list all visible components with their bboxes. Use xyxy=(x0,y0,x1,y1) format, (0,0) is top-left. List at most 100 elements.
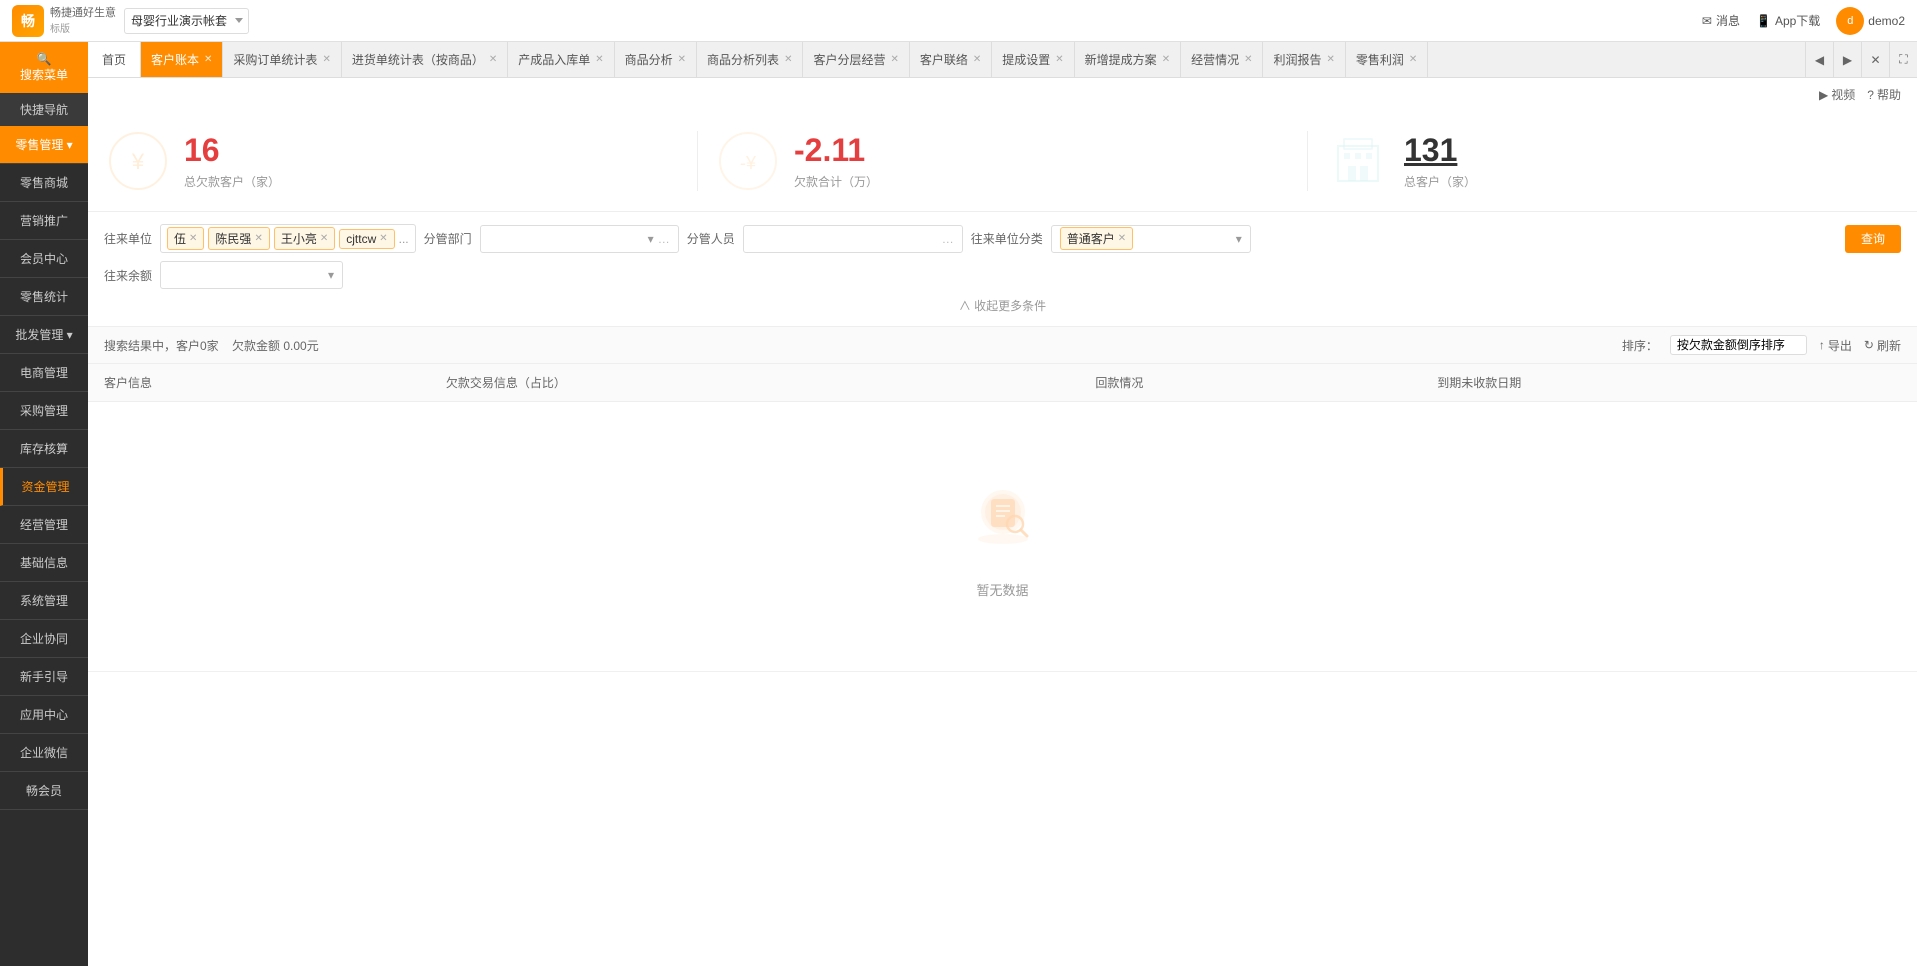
sidebar-quick-nav[interactable]: 快捷导航 xyxy=(0,93,88,126)
tab-close-11[interactable]: ✕ xyxy=(1327,54,1335,65)
sidebar-item-enterprise-collab[interactable]: 企业协同 xyxy=(0,620,88,658)
content-area: ▶ 视频 ? 帮助 ¥ xyxy=(88,78,1917,966)
table-header-row: 客户信息 欠款交易信息（占比） 回款情况 到期未收款日期 xyxy=(88,364,1917,402)
tab-commission-settings[interactable]: 提成设置 ✕ xyxy=(992,42,1074,78)
unit-filter-input[interactable]: 伍 ✕ 陈民强 ✕ 王小亮 ✕ cjttcw ✕ xyxy=(160,224,416,253)
classify-tag-0[interactable]: 普通客户 ✕ xyxy=(1060,227,1133,250)
unit-tag-3[interactable]: cjttcw ✕ xyxy=(339,229,394,249)
stat-block-amount: -¥ -2.11 欠款合计（万） xyxy=(698,131,1308,191)
sort-select[interactable]: 按欠款金额倒序排序 xyxy=(1670,335,1807,355)
unit-tag-close-0[interactable]: ✕ xyxy=(189,233,197,244)
sidebar-item-purchase[interactable]: 采购管理 xyxy=(0,392,88,430)
tab-close-0[interactable]: ✕ xyxy=(204,54,212,65)
classify-dropdown-icon: ▾ xyxy=(1236,232,1242,246)
user-menu[interactable]: d demo2 xyxy=(1836,7,1905,35)
unit-tag-close-1[interactable]: ✕ xyxy=(254,233,262,244)
sidebar-search[interactable]: 🔍 搜索菜单 xyxy=(0,42,88,93)
tab-close-7[interactable]: ✕ xyxy=(973,54,981,65)
video-link[interactable]: ▶ 视频 xyxy=(1819,86,1855,103)
manager-input[interactable] xyxy=(752,232,938,246)
tab-product-analysis[interactable]: 商品分析 ✕ xyxy=(615,42,697,78)
sidebar-item-app-center[interactable]: 应用中心 xyxy=(0,696,88,734)
sidebar-item-newbie-guide[interactable]: 新手引导 xyxy=(0,658,88,696)
tab-production-inbound[interactable]: 产成品入库单 ✕ xyxy=(508,42,614,78)
empty-state-row: 暂无数据 xyxy=(88,402,1917,672)
tab-product-analysis-list[interactable]: 商品分析列表 ✕ xyxy=(697,42,803,78)
help-icon: ? xyxy=(1867,88,1874,102)
sidebar-item-enterprise-wechat[interactable]: 企业微信 xyxy=(0,734,88,772)
sidebar-item-retail-mall[interactable]: 零售商城 xyxy=(0,164,88,202)
tab-operations[interactable]: 经营情况 ✕ xyxy=(1181,42,1263,78)
stat-content-total-customers: 131 总客户（家） xyxy=(1404,132,1476,190)
demo-account-select[interactable]: 母婴行业演示帐套 xyxy=(124,8,249,34)
dept-more-icon[interactable]: … xyxy=(658,232,670,246)
sidebar-item-retail-management[interactable]: 零售管理 ▾ xyxy=(0,126,88,164)
tab-profit-report[interactable]: 利润报告 ✕ xyxy=(1263,42,1345,78)
tab-customer-contact[interactable]: 客户联络 ✕ xyxy=(910,42,992,78)
empty-state-cell: 暂无数据 xyxy=(88,402,1917,672)
sidebar-item-wholesale[interactable]: 批发管理 ▾ xyxy=(0,316,88,354)
tab-fullscreen-btn[interactable]: ⛶ xyxy=(1889,42,1917,78)
tab-customer-ledger[interactable]: 客户账本 ✕ xyxy=(141,42,223,78)
stat-number-customers: 16 xyxy=(184,132,280,169)
sidebar: 🔍 搜索菜单 快捷导航 零售管理 ▾ 零售商城 营销推广 会员中心 零售统计 批… xyxy=(0,42,88,966)
collapse-row: ∧ 收起更多条件 xyxy=(104,297,1901,314)
tab-retail-profit[interactable]: 零售利润 ✕ xyxy=(1346,42,1428,78)
help-link[interactable]: ? 帮助 xyxy=(1867,86,1901,103)
unit-tag-more[interactable]: ... xyxy=(399,232,409,246)
unit-tag-1[interactable]: 陈民强 ✕ xyxy=(208,227,269,250)
tab-close-5[interactable]: ✕ xyxy=(784,54,792,65)
sidebar-item-capital[interactable]: 资金管理 xyxy=(0,468,88,506)
query-button[interactable]: 查询 xyxy=(1845,225,1901,253)
tab-close-all-btn[interactable]: ✕ xyxy=(1861,42,1889,78)
export-button[interactable]: ↑ 导出 xyxy=(1819,337,1852,354)
tab-customer-tier[interactable]: 客户分层经营 ✕ xyxy=(803,42,909,78)
unit-tag-2[interactable]: 王小亮 ✕ xyxy=(274,227,335,250)
tab-close-1[interactable]: ✕ xyxy=(322,54,330,65)
manager-select[interactable]: … xyxy=(743,225,963,253)
tab-purchase-stats-by-product[interactable]: 进货单统计表（按商品） ✕ xyxy=(342,42,508,78)
messages-link[interactable]: ✉ 消息 xyxy=(1702,12,1740,29)
refresh-button[interactable]: ↻ 刷新 xyxy=(1864,337,1901,354)
sidebar-item-system[interactable]: 系统管理 xyxy=(0,582,88,620)
classify-select[interactable]: 普通客户 ✕ ▾ xyxy=(1051,225,1251,253)
sidebar-item-operations[interactable]: 经营管理 xyxy=(0,506,88,544)
tab-purchase-order-stats[interactable]: 采购订单统计表 ✕ xyxy=(223,42,341,78)
tab-close-2[interactable]: ✕ xyxy=(489,54,497,65)
unit-tag-close-2[interactable]: ✕ xyxy=(320,233,328,244)
remainder-input[interactable] xyxy=(169,268,324,282)
unit-tag-0[interactable]: 伍 ✕ xyxy=(167,227,204,250)
remainder-select[interactable]: ▾ xyxy=(160,261,343,289)
sidebar-item-chang-member[interactable]: 畅会员 xyxy=(0,772,88,810)
tab-close-10[interactable]: ✕ xyxy=(1244,54,1252,65)
filter-row-1: 往来单位 伍 ✕ 陈民强 ✕ 王小亮 ✕ xyxy=(104,224,1901,253)
svg-text:¥: ¥ xyxy=(131,149,145,174)
col-repayment: 回款情况 xyxy=(1079,364,1421,402)
tab-close-3[interactable]: ✕ xyxy=(595,54,603,65)
unit-tag-close-3[interactable]: ✕ xyxy=(379,233,387,244)
col-debt-info: 欠款交易信息（占比） xyxy=(430,364,1080,402)
tab-close-8[interactable]: ✕ xyxy=(1055,54,1063,65)
stat-label-total: 总客户（家） xyxy=(1404,173,1476,190)
sidebar-item-retail-stats[interactable]: 零售统计 xyxy=(0,278,88,316)
manager-more-icon[interactable]: … xyxy=(942,232,954,246)
sidebar-item-marketing[interactable]: 营销推广 xyxy=(0,202,88,240)
tab-prev-btn[interactable]: ◀ xyxy=(1805,42,1833,78)
tab-close-6[interactable]: ✕ xyxy=(890,54,898,65)
tab-close-12[interactable]: ✕ xyxy=(1409,54,1417,65)
sidebar-item-ecommerce[interactable]: 电商管理 xyxy=(0,354,88,392)
avatar: d xyxy=(1836,7,1864,35)
tab-home[interactable]: 首页 xyxy=(88,42,141,78)
app-download-link[interactable]: 📱 App下载 xyxy=(1756,12,1820,29)
tab-new-commission-plan[interactable]: 新增提成方案 ✕ xyxy=(1075,42,1181,78)
sidebar-item-member-center[interactable]: 会员中心 xyxy=(0,240,88,278)
tab-next-btn[interactable]: ▶ xyxy=(1833,42,1861,78)
tab-close-9[interactable]: ✕ xyxy=(1162,54,1170,65)
dept-input[interactable] xyxy=(489,232,644,246)
collapse-button[interactable]: ∧ 收起更多条件 xyxy=(959,299,1046,313)
sidebar-item-inventory[interactable]: 库存核算 xyxy=(0,430,88,468)
tab-close-4[interactable]: ✕ xyxy=(678,54,686,65)
classify-tag-close[interactable]: ✕ xyxy=(1118,233,1126,244)
sidebar-item-basic-info[interactable]: 基础信息 xyxy=(0,544,88,582)
dept-select[interactable]: ▾ … xyxy=(480,225,679,253)
